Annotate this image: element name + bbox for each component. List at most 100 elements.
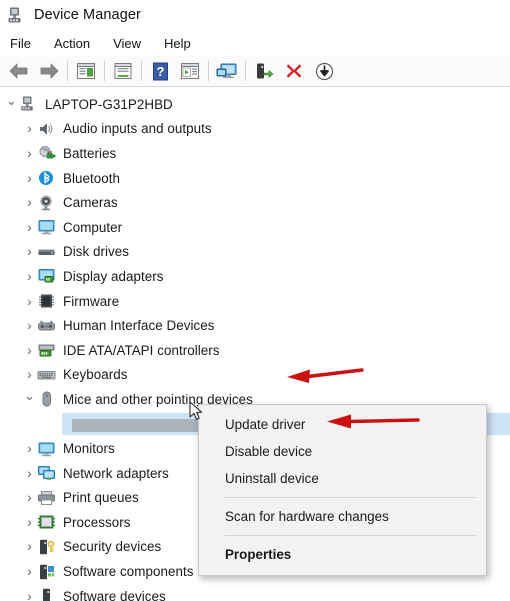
tree-item-audio-inputs-and-outputs[interactable]: Audio inputs and outputs <box>0 117 510 142</box>
bluetooth-icon <box>37 169 56 187</box>
tree-item-label: Firmware <box>63 293 120 309</box>
keyboard-icon <box>37 366 56 384</box>
ctx-update-driver[interactable]: Update driver <box>199 411 486 438</box>
help-button[interactable]: ? <box>145 58 175 84</box>
ide-controller-icon <box>37 341 56 359</box>
ctx-scan-hardware-changes[interactable]: Scan for hardware changes <box>199 503 486 530</box>
display-adapter-icon <box>37 267 56 285</box>
tree-item-software-devices[interactable]: Software devices <box>0 584 510 601</box>
chevron-right-icon[interactable] <box>22 171 37 186</box>
chevron-right-icon[interactable] <box>22 539 37 554</box>
properties-button[interactable] <box>108 58 138 84</box>
tree-item-label: Print queues <box>63 490 139 506</box>
tree-root-node[interactable]: LAPTOP-G31P2HBD <box>0 92 510 117</box>
tree-item-bluetooth[interactable]: Bluetooth <box>0 166 510 191</box>
tree-item-label: Processors <box>63 514 131 530</box>
network-adapter-icon <box>37 464 56 482</box>
device-context-menu[interactable]: Update driver Disable device Uninstall d… <box>198 404 487 576</box>
tree-item-disk-drives[interactable]: Disk drives <box>0 240 510 265</box>
tree-item-label: IDE ATA/ATAPI controllers <box>63 342 220 358</box>
tree-item-label: Network adapters <box>63 465 169 481</box>
firmware-icon <box>37 292 56 310</box>
chevron-right-icon[interactable] <box>22 294 37 309</box>
uninstall-device-button[interactable] <box>279 58 309 84</box>
tree-item-batteries[interactable]: Batteries <box>0 141 510 166</box>
toolbar-separator <box>208 61 209 81</box>
window-titlebar: Device Manager <box>0 0 510 30</box>
ctx-uninstall-device[interactable]: Uninstall device <box>199 465 486 492</box>
show-hide-console-tree-button[interactable] <box>71 58 101 84</box>
tree-item-display-adapters[interactable]: Display adapters <box>0 264 510 289</box>
toolbar: ? <box>0 56 510 87</box>
tree-item-ide-ata-atapi-controllers[interactable]: IDE ATA/ATAPI controllers <box>0 338 510 363</box>
tree-item-label: Keyboards <box>63 367 128 383</box>
toolbar-separator <box>141 61 142 81</box>
tree-item-cameras[interactable]: Cameras <box>0 190 510 215</box>
scan-hardware-changes-button[interactable] <box>212 58 242 84</box>
computer-icon <box>37 218 56 236</box>
chevron-right-icon[interactable] <box>22 515 37 530</box>
chevron-right-icon[interactable] <box>22 343 37 358</box>
redaction-bar <box>72 418 198 432</box>
menu-view[interactable]: View <box>110 34 151 53</box>
tree-item-label: Software components <box>63 564 194 580</box>
chevron-right-icon[interactable] <box>22 589 37 601</box>
tree-item-label: Human Interface Devices <box>63 318 215 334</box>
context-menu-separator <box>225 535 477 536</box>
tree-item-label: Bluetooth <box>63 170 121 186</box>
chevron-right-icon[interactable] <box>22 195 37 210</box>
tree-item-label: Batteries <box>63 145 117 161</box>
processor-icon <box>37 513 56 531</box>
chevron-right-icon[interactable] <box>22 220 37 235</box>
chevron-right-icon[interactable] <box>22 146 37 161</box>
tree-item-label: Audio inputs and outputs <box>63 121 212 137</box>
tree-item-keyboards[interactable]: Keyboards <box>0 363 510 388</box>
battery-plug-icon <box>37 144 56 162</box>
toolbar-separator <box>67 61 68 81</box>
software-device-icon <box>37 587 56 601</box>
chevron-right-icon[interactable] <box>22 367 37 382</box>
ctx-disable-device[interactable]: Disable device <box>199 438 486 465</box>
tree-item-firmware[interactable]: Firmware <box>0 289 510 314</box>
tree-item-label: Disk drives <box>63 244 130 260</box>
svg-text:?: ? <box>156 64 164 79</box>
chevron-right-icon[interactable] <box>22 441 37 456</box>
context-menu-separator <box>225 497 477 498</box>
menu-action[interactable]: Action <box>51 34 100 53</box>
tree-item-label: Software devices <box>63 588 166 601</box>
install-legacy-hardware-button[interactable] <box>309 58 339 84</box>
speaker-icon <box>37 120 56 138</box>
ctx-properties[interactable]: Properties <box>199 541 486 568</box>
tree-item-computer[interactable]: Computer <box>0 215 510 240</box>
enable-device-button[interactable] <box>249 58 279 84</box>
back-button[interactable] <box>4 58 34 84</box>
tree-item-label: Computer <box>63 219 123 235</box>
tree-item-label: Display adapters <box>63 268 164 284</box>
chevron-right-icon[interactable] <box>22 564 37 579</box>
tree-root-label: LAPTOP-G31P2HBD <box>45 96 173 112</box>
chevron-down-icon[interactable] <box>4 97 19 111</box>
menu-help[interactable]: Help <box>161 34 201 53</box>
chevron-right-icon[interactable] <box>22 490 37 505</box>
window-title: Device Manager <box>34 7 141 23</box>
device-manager-icon <box>6 5 26 25</box>
tree-item-label: Cameras <box>63 195 118 211</box>
tree-item-label: Security devices <box>63 539 162 555</box>
chevron-right-icon[interactable] <box>22 269 37 284</box>
hid-icon <box>37 317 56 335</box>
update-driver-button[interactable] <box>175 58 205 84</box>
mouse-icon <box>37 390 56 408</box>
monitor-icon <box>37 440 56 458</box>
security-device-icon <box>37 538 56 556</box>
disk-drive-icon <box>37 243 56 261</box>
chevron-right-icon[interactable] <box>22 466 37 481</box>
chevron-right-icon[interactable] <box>22 121 37 136</box>
chevron-down-icon[interactable] <box>22 392 37 406</box>
forward-button[interactable] <box>34 58 64 84</box>
menubar: File Action View Help <box>0 30 510 56</box>
tree-item-human-interface-devices[interactable]: Human Interface Devices <box>0 313 510 338</box>
tree-item-label: Monitors <box>63 441 115 457</box>
menu-file[interactable]: File <box>7 34 41 53</box>
chevron-right-icon[interactable] <box>22 318 37 333</box>
chevron-right-icon[interactable] <box>22 244 37 259</box>
